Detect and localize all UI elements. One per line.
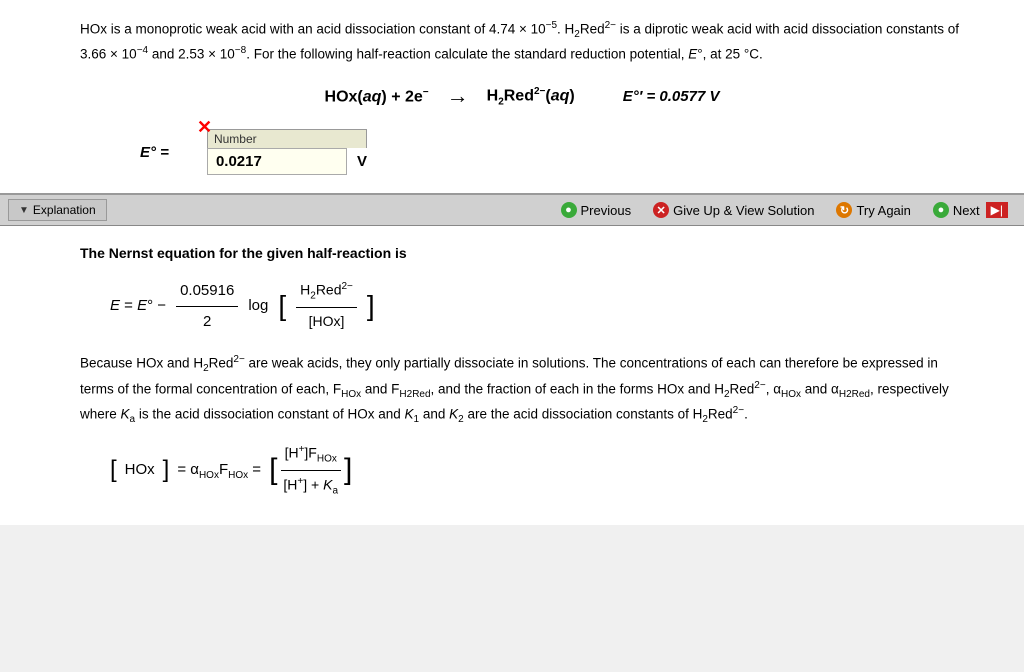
- explanation-para1: Because HOx and H2Red2− are weak acids, …: [80, 352, 964, 429]
- explanation-section: The Nernst equation for the given half-r…: [0, 226, 1024, 525]
- hox-fraction: [H+]FHOx [H+] + Ka: [279, 441, 342, 499]
- nernst-bracket-fraction: H2Red2− [HOx]: [296, 278, 357, 333]
- answer-area: E° = ✕ Number V: [140, 129, 964, 175]
- reaction-left: HOx(aq) + 2e−: [325, 87, 429, 106]
- giveup-label: Give Up & View Solution: [673, 203, 814, 218]
- reaction-arrow: →: [447, 83, 469, 109]
- giveup-icon: ✕: [653, 202, 669, 218]
- main-content: HOx is a monoprotic weak acid with an ac…: [0, 0, 1024, 193]
- nernst-big-bracket-left: [: [278, 292, 286, 320]
- toolbar: ▼ Explanation ● Previous ✕ Give Up & Vie…: [0, 193, 1024, 226]
- hox-species: HOx: [125, 457, 155, 483]
- explanation-tab-label: Explanation: [33, 203, 96, 217]
- input-label: Number: [207, 129, 367, 148]
- reaction-block: HOx(aq) + 2e− → H2Red2−(aq) E°′ = 0.0577…: [80, 83, 964, 109]
- e-degree-label: E° =: [140, 144, 169, 161]
- toolbar-buttons: ● Previous ✕ Give Up & View Solution ↻ T…: [553, 200, 1017, 220]
- next-arrow-icon: ▶|: [986, 202, 1008, 218]
- bracket-hox-left: [: [110, 458, 117, 482]
- previous-button[interactable]: ● Previous: [553, 200, 640, 220]
- nernst-e: E = E° −: [110, 293, 166, 319]
- hox-equation-block: [ HOx ] = αHOxFHOx = [ [H+]FHOx [H+] + K…: [110, 441, 964, 499]
- tryagain-label: Try Again: [856, 203, 910, 218]
- formal-potential: E°′ = 0.0577 V: [623, 88, 720, 105]
- tryagain-button[interactable]: ↻ Try Again: [828, 200, 918, 220]
- x-icon: ✕: [197, 117, 212, 138]
- answer-input[interactable]: [207, 148, 347, 175]
- hox-bracket-frac-right: ]: [344, 455, 352, 485]
- hox-rhs-fraction-wrapper: [ [H+]FHOx [H+] + Ka ]: [269, 441, 352, 499]
- hox-bracket-frac-left: [: [269, 455, 277, 485]
- nernst-big-bracket-right: ]: [367, 292, 375, 320]
- chevron-down-icon: ▼: [19, 205, 29, 216]
- giveup-button[interactable]: ✕ Give Up & View Solution: [645, 200, 822, 220]
- reaction-right: H2Red2−(aq): [487, 86, 575, 108]
- nernst-log: log: [248, 293, 268, 319]
- unit-label: V: [357, 153, 367, 170]
- next-icon: ●: [933, 202, 949, 218]
- nernst-fraction: 0.05916 2: [176, 278, 238, 334]
- nernst-equation: E = E° − 0.05916 2 log [ H2Red2− [HOx] ]: [110, 278, 964, 334]
- previous-label: Previous: [581, 203, 632, 218]
- input-row: V: [207, 148, 367, 175]
- tryagain-icon: ↻: [836, 202, 852, 218]
- answer-box-wrapper: ✕ Number V: [207, 129, 367, 175]
- previous-icon: ●: [561, 202, 577, 218]
- hox-equals: = αHOxFHOx =: [177, 457, 261, 484]
- next-button[interactable]: ● Next ▶|: [925, 200, 1016, 220]
- problem-text: HOx is a monoprotic weak acid with an ac…: [80, 18, 964, 65]
- explanation-intro: The Nernst equation for the given half-r…: [80, 242, 964, 266]
- next-label: Next: [953, 203, 980, 218]
- bracket-hox-right: ]: [163, 458, 170, 482]
- explanation-tab[interactable]: ▼ Explanation: [8, 199, 107, 221]
